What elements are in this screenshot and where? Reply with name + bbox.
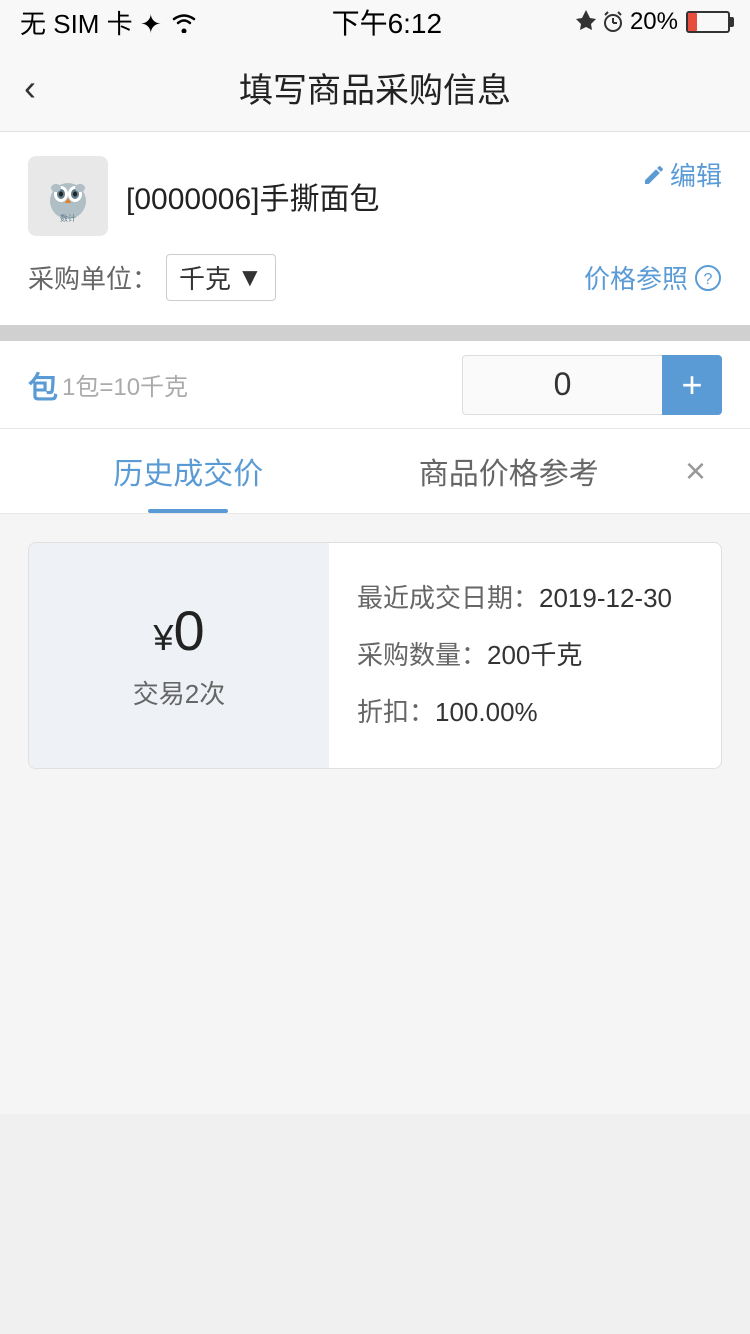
trade-count: 交易2次: [133, 674, 225, 711]
recent-date-label: 最近成交日期：: [357, 583, 539, 613]
recent-date-row: 最近成交日期：2019-12-30: [357, 579, 693, 618]
tab-bar: 历史成交价 商品价格参考 ×: [0, 429, 750, 513]
svg-text:?: ?: [704, 271, 713, 288]
svg-text:数计: 数计: [60, 213, 76, 223]
tab-close-button[interactable]: ×: [669, 450, 722, 492]
product-left: 数计 [0000006]手撕面包: [28, 156, 379, 236]
tab-history-price[interactable]: 历史成交价: [28, 429, 348, 513]
card-section: ¥0 交易2次 最近成交日期：2019-12-30 采购数量：200千克 折扣：…: [0, 514, 750, 1114]
purchase-qty-row: 采购数量：200千克: [357, 636, 693, 675]
price-display: ¥0: [153, 600, 204, 662]
status-left: 无 SIM 卡 ✦: [20, 4, 198, 41]
back-button[interactable]: ‹: [24, 67, 36, 109]
page-title: 填写商品采购信息: [239, 63, 511, 112]
wifi-icon: [170, 11, 198, 33]
unit-value: 千克: [179, 259, 231, 296]
alarm-icon: [602, 11, 624, 33]
card-left: ¥0 交易2次: [29, 543, 329, 768]
product-image: 数计: [28, 156, 108, 236]
section-divider: [0, 325, 750, 341]
unit-selector[interactable]: 千克 ▼: [166, 254, 276, 301]
status-bar: 无 SIM 卡 ✦ 下午6:12 20%: [0, 0, 750, 44]
quantity-plus-button[interactable]: +: [662, 355, 722, 415]
unit-badge: 包: [28, 363, 58, 407]
price-value: 0: [173, 599, 204, 662]
tab-section: 历史成交价 商品价格参考 ×: [0, 429, 750, 514]
location-icon: [576, 10, 596, 34]
quantity-input-area: 0 +: [188, 355, 722, 415]
edit-button[interactable]: 编辑: [642, 156, 722, 193]
product-meta: 采购单位： 千克 ▼ 价格参照 ?: [28, 254, 722, 301]
purchase-qty-label: 采购数量：: [357, 640, 487, 670]
card-right: 最近成交日期：2019-12-30 采购数量：200千克 折扣：100.00%: [329, 543, 721, 768]
unit-hint: 1包=10千克: [62, 367, 188, 402]
help-icon: ?: [694, 264, 722, 292]
edit-icon: [642, 163, 666, 187]
battery-icon: [686, 11, 730, 33]
product-header: 数计 [0000006]手撕面包 编辑: [28, 156, 722, 236]
unit-label: 采购单位：: [28, 259, 158, 296]
product-section: 数计 [0000006]手撕面包 编辑 采购单位： 千克 ▼ 价格参照 ?: [0, 132, 750, 325]
quantity-row: 包 1包=10千克 0 +: [0, 341, 750, 429]
history-card: ¥0 交易2次 最近成交日期：2019-12-30 采购数量：200千克 折扣：…: [28, 542, 722, 769]
currency-symbol: ¥: [153, 617, 173, 658]
status-time: 下午6:12: [332, 2, 443, 42]
recent-date-value: 2019-12-30: [539, 583, 672, 613]
owl-icon: 数计: [38, 166, 98, 226]
battery-percent: 20%: [630, 8, 678, 36]
price-ref-button[interactable]: 价格参照 ?: [584, 259, 722, 296]
nav-bar: ‹ 填写商品采购信息: [0, 44, 750, 132]
product-name: [0000006]手撕面包: [126, 174, 379, 218]
discount-label: 折扣：: [357, 697, 435, 727]
discount-value: 100.00%: [435, 697, 538, 727]
price-ref-label: 价格参照: [584, 259, 688, 296]
tab-price-reference[interactable]: 商品价格参考: [348, 429, 668, 513]
status-right: 20%: [576, 8, 730, 36]
dropdown-icon: ▼: [237, 262, 263, 293]
quantity-display[interactable]: 0: [462, 355, 662, 415]
signal-text: 无 SIM 卡 ✦: [20, 4, 162, 41]
purchase-qty-value: 200千克: [487, 640, 582, 670]
discount-row: 折扣：100.00%: [357, 693, 693, 732]
